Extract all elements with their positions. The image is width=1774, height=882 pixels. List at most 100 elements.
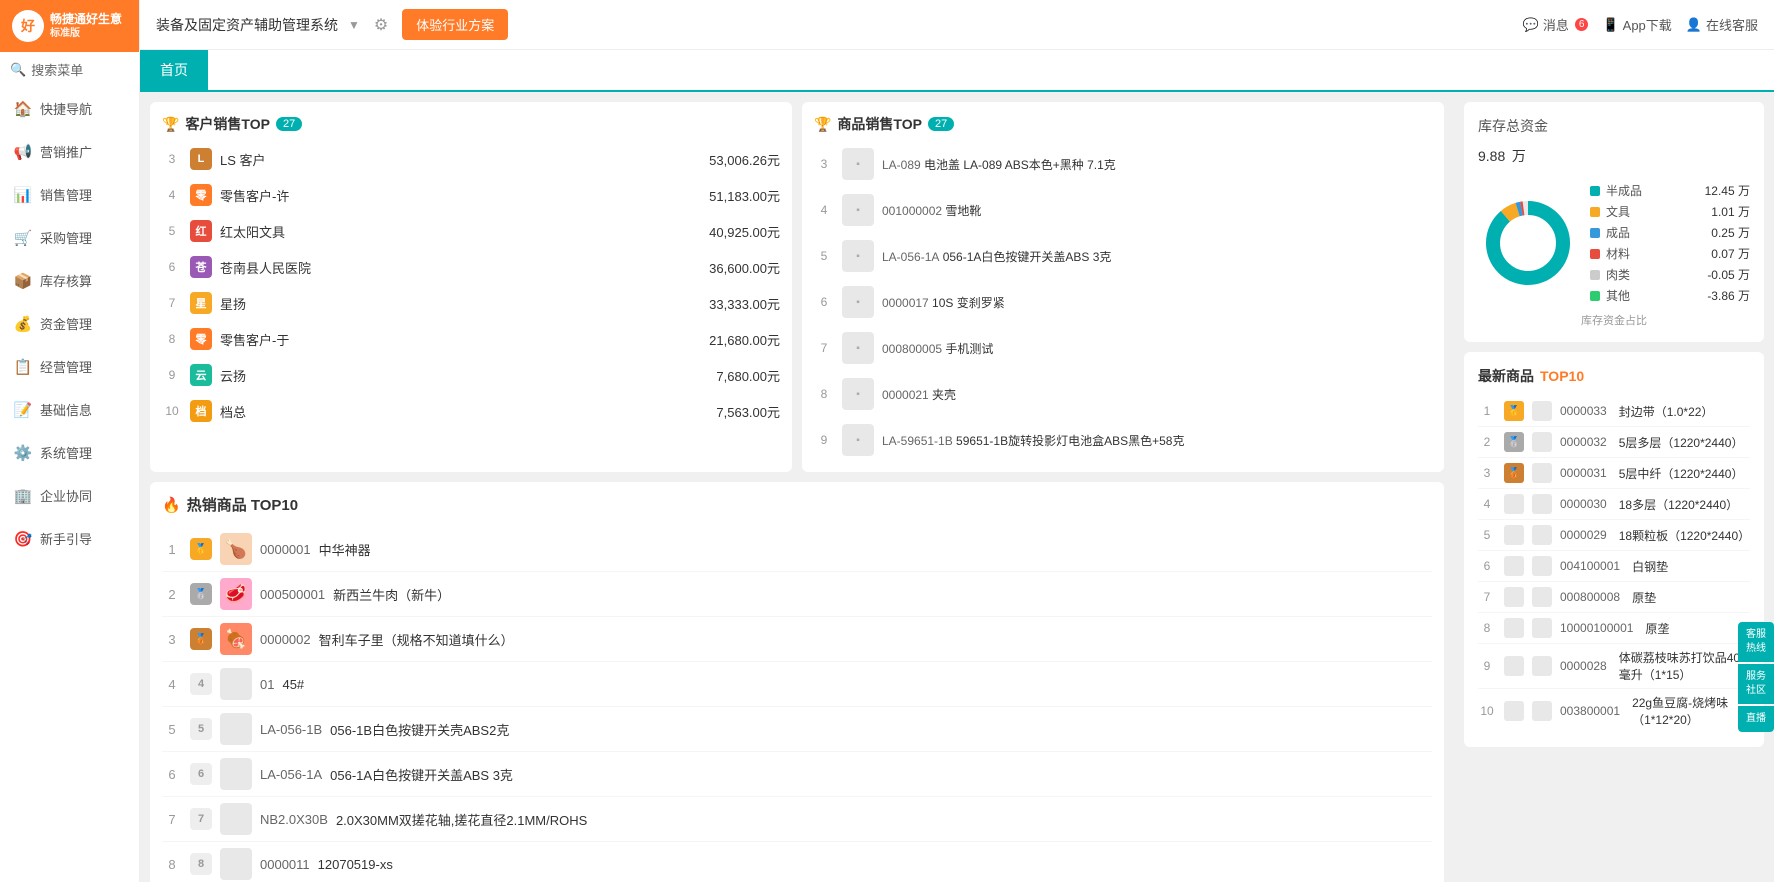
sidebar-item-system[interactable]: ⚙️ 系统管理 [0,431,139,474]
product-img: ▪ [842,424,874,456]
product-thumbnail: 🍗 [220,533,252,565]
list-item: 5 5 LA-056-1B 056-1B白色按键开关壳ABS2克 [162,707,1432,752]
new-medal-3: 🥉 [1504,463,1524,483]
product-thumbnail [220,713,252,745]
float-community-btn[interactable]: 服务社区 [1738,664,1774,704]
legend-dot-material [1590,249,1600,259]
rank-medal: 苍 [190,256,212,278]
list-item: 7 000800008 原垫 [1478,582,1750,613]
rank-num-8: 8 [190,853,212,875]
operations-icon: 📋 [14,358,32,376]
legend-dot-stationery [1590,207,1600,217]
table-row: 8 ▪ 0000021 夹壳 [814,374,1432,414]
sidebar-item-finance[interactable]: 💰 资金管理 [0,302,139,345]
new-product-img [1504,618,1524,638]
new-medal-1: 🥇 [1504,401,1524,421]
app-download-item[interactable]: 📱 App下载 [1602,15,1671,34]
product-img: ▪ [842,378,874,410]
tab-home[interactable]: 首页 [140,50,208,90]
product-ranking-card: 🏆 商品销售TOP 27 3 ▪ LA-089 电池盖 LA-089 ABS本色… [802,102,1444,472]
legend-item: 肉类 -0.05 万 [1590,266,1750,283]
list-item: 3 🥉 🍖 0000002 智利车子里（规格不知道填什么） [162,617,1432,662]
nav-label-purchase: 采购管理 [40,228,92,247]
list-item: 2 🥈 🥩 000500001 新西兰牛肉（新牛） [162,572,1432,617]
main-area: 装备及固定资产辅助管理系统 ▼ ⚙ 体验行业方案 💬 消息 6 📱 App下载 … [140,0,1774,882]
enterprise-icon: 🏢 [14,487,32,505]
new-product-img [1504,656,1524,676]
sidebar-item-enterprise[interactable]: 🏢 企业协同 [0,474,139,517]
trial-button[interactable]: 体验行业方案 [402,9,508,40]
sidebar-item-marketing[interactable]: 📢 营销推广 [0,130,139,173]
list-item: 1 🥇 🍗 0000001 中华神器 [162,527,1432,572]
list-item: 6 004100001 白钢垫 [1478,551,1750,582]
nav-label-enterprise: 企业协同 [40,486,92,505]
notifications-item[interactable]: 💬 消息 6 [1523,15,1589,34]
nav-label-marketing: 营销推广 [40,142,92,161]
chart-legend: 半成品 12.45 万 文具 1.01 万 成品 0.25 万 [1590,182,1750,304]
table-row: 7 星 星扬 33,333.00元 [162,288,780,318]
new-product-img2 [1532,656,1552,676]
table-row: 5 红 红太阳文具 40,925.00元 [162,216,780,246]
list-item: 6 6 LA-056-1A 056-1A白色按键开关盖ABS 3克 [162,752,1432,797]
new-product-img2 [1532,618,1552,638]
phone-icon: 📱 [1602,17,1618,33]
new-product-img [1504,587,1524,607]
rank-num-7: 7 [190,808,212,830]
header: 装备及固定资产辅助管理系统 ▼ ⚙ 体验行业方案 💬 消息 6 📱 App下载 … [140,0,1774,50]
new-product-img [1504,525,1524,545]
product-img: ▪ [842,286,874,318]
settings-icon[interactable]: ⚙ [374,15,388,35]
list-item: 2 🥈 0000032 5层多层（1220*2440） [1478,427,1750,458]
stock-card: 库存总资金 9.88 万 [1464,102,1764,342]
system-name: 装备及固定资产辅助管理系统 [156,15,338,35]
new-product-img [1504,494,1524,514]
logo-sub-text: 标准版 [50,27,122,40]
product-thumbnail [220,668,252,700]
float-live-btn[interactable]: 直播 [1738,706,1774,732]
rank-medal: 星 [190,292,212,314]
notifications-label: 消息 [1543,15,1569,34]
trophy-icon: 🏆 [162,116,179,133]
float-customer-service-btn[interactable]: 客服热线 [1738,622,1774,662]
sidebar-item-stock[interactable]: 📦 库存核算 [0,259,139,302]
nav-label-operations: 经营管理 [40,357,92,376]
online-service-item[interactable]: 👤 在线客服 [1686,15,1758,34]
sidebar-item-sales[interactable]: 📊 销售管理 [0,173,139,216]
rank-medal: 红 [190,220,212,242]
new-product-img2 [1532,494,1552,514]
product-thumbnail: 🍖 [220,623,252,655]
sidebar-item-quick-nav[interactable]: 🏠 快捷导航 [0,87,139,130]
system-icon: ⚙️ [14,444,32,462]
new-product-img2 [1532,525,1552,545]
list-item: 10 003800001 22g鱼豆腐-烧烤味（1*12*20） [1478,689,1750,733]
stock-total: 9.88 万 [1478,140,1750,168]
nav-label-guide: 新手引导 [40,529,92,548]
online-service-label: 在线客服 [1706,15,1758,34]
product-thumbnail [220,848,252,880]
sidebar-item-operations[interactable]: 📋 经营管理 [0,345,139,388]
nav-label-finance: 资金管理 [40,314,92,333]
table-row: 3 ▪ LA-089 电池盖 LA-089 ABS本色+黑种 7.1克 [814,144,1432,184]
rank-medal: 零 [190,184,212,206]
home-icon: 🏠 [14,100,32,118]
legend-item: 半成品 12.45 万 [1590,182,1750,199]
table-row: 6 ▪ 0000017 10S 变刹罗紧 [814,282,1432,322]
legend-item: 文具 1.01 万 [1590,203,1750,220]
nav-label-quick: 快捷导航 [40,99,92,118]
sidebar-item-purchase[interactable]: 🛒 采购管理 [0,216,139,259]
hot-products-title: 热销商品 TOP10 [187,494,298,515]
search-menu-item[interactable]: 🔍 搜索菜单 [0,52,139,87]
sidebar-item-base[interactable]: 📝 基础信息 [0,388,139,431]
table-row: 10 档 档总 7,563.00元 [162,396,780,426]
list-item: 3 🥉 0000031 5层中纤（1220*2440） [1478,458,1750,489]
table-row: 9 云 云扬 7,680.00元 [162,360,780,390]
dropdown-icon[interactable]: ▼ [348,18,360,32]
legend-item: 其他 -3.86 万 [1590,287,1750,304]
table-row: 8 零 零售客户-于 21,680.00元 [162,324,780,354]
top-label: TOP10 [1540,368,1584,384]
rankings-row: 🏆 客户销售TOP 27 3 L LS 客户 53,006.26元 4 [150,102,1444,472]
product-count-badge: 27 [928,117,954,131]
sidebar-item-guide[interactable]: 🎯 新手引导 [0,517,139,560]
new-product-img [1532,432,1552,452]
table-row: 3 L LS 客户 53,006.26元 [162,144,780,174]
